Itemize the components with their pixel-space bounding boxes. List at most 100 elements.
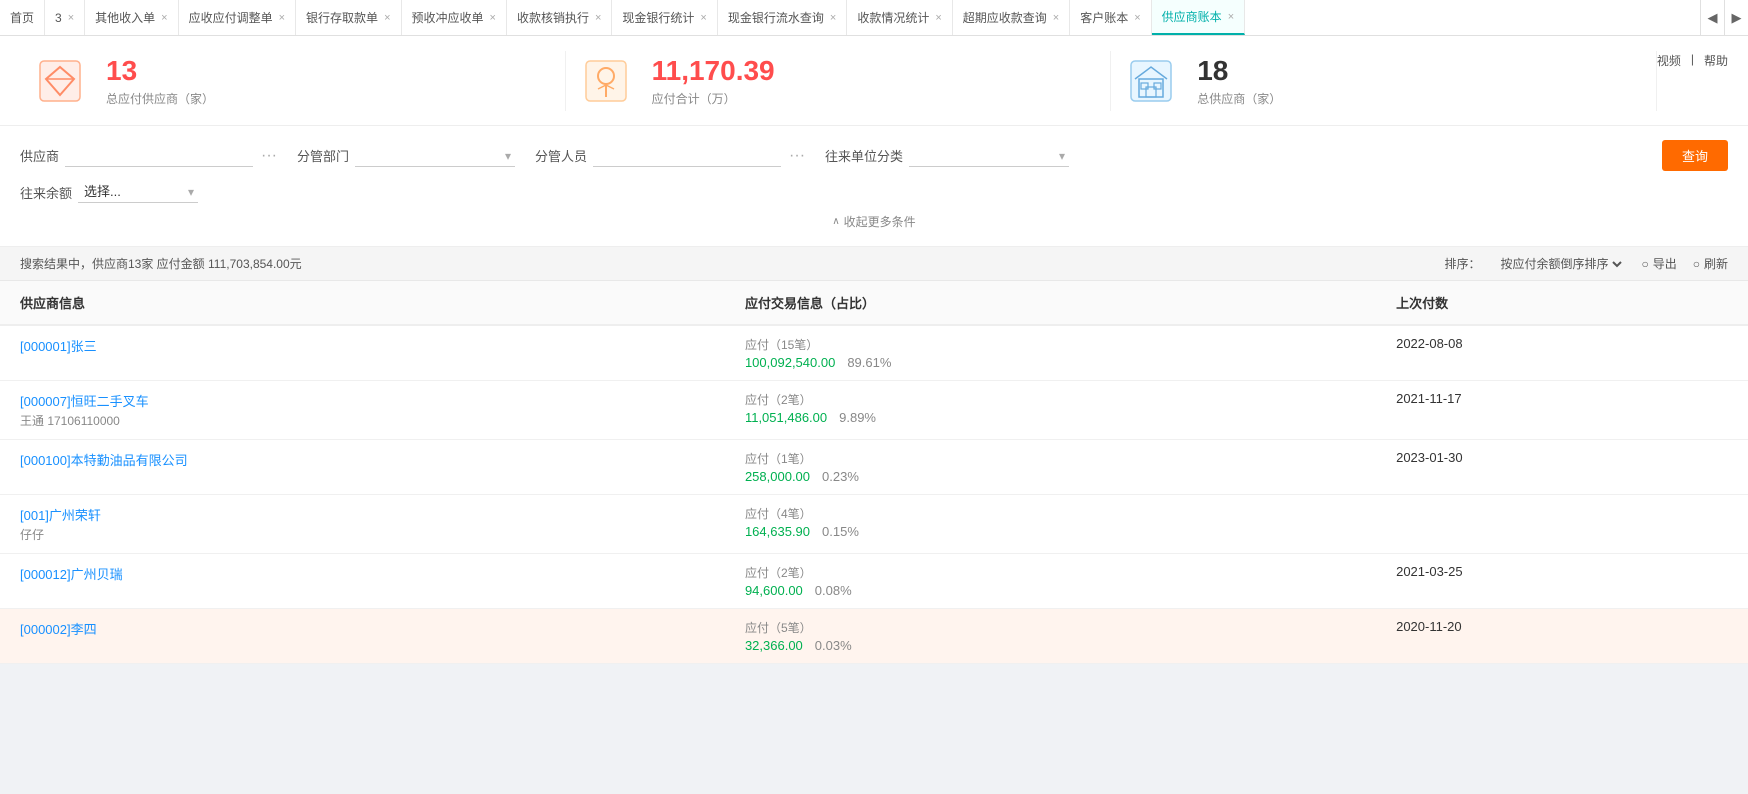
supplier-link[interactable]: [000002]李四 <box>20 622 97 637</box>
close-icon[interactable]: × <box>384 12 390 24</box>
category-select[interactable] <box>909 145 1069 167</box>
refresh-button[interactable]: ○ 刷新 <box>1693 255 1728 272</box>
tx-amount: 11,051,486.00 <box>745 410 827 425</box>
supplier-link[interactable]: [000012]广州贝瑞 <box>20 567 123 582</box>
close-icon[interactable]: × <box>1134 12 1140 24</box>
filter-row-2: 往来余额 选择... <box>20 181 1728 203</box>
supplier-link[interactable]: [001]广州荣轩 <box>20 508 101 523</box>
search-button[interactable]: 查询 <box>1662 140 1728 171</box>
balance-select[interactable]: 选择... <box>78 181 198 203</box>
total-suppliers-count: 18 <box>1197 54 1281 88</box>
close-icon[interactable]: × <box>595 12 601 24</box>
tx-label: 应付（2笔） <box>745 391 1356 408</box>
filter-supplier: 供应商 ··· <box>20 145 277 167</box>
tx-percent: 0.08% <box>815 583 852 598</box>
supplier-info-cell: [000002]李四 <box>0 609 725 664</box>
nav-next-arrow[interactable]: ▶ <box>1724 0 1748 36</box>
payable-total-amount: 11,170.39 <box>652 54 775 88</box>
nav-tab-cash-flow[interactable]: 现金银行流水查询 × <box>718 0 847 35</box>
supplier-label: 供应商 <box>20 146 59 165</box>
nav-tab-overdue[interactable]: 超期应收款查询 × <box>953 0 1070 35</box>
dept-select-wrap <box>355 145 515 167</box>
tx-amount-row: 32,366.000.03% <box>745 638 1356 653</box>
tx-amount: 100,092,540.00 <box>745 355 835 370</box>
table-header-row: 供应商信息 应付交易信息（占比） 上次付数 <box>0 281 1748 325</box>
shop-icon <box>1121 51 1181 111</box>
nav-tab-bank[interactable]: 银行存取款单 × <box>296 0 401 35</box>
table-row: [000012]广州贝瑞应付（2笔）94,600.000.08%2021-03-… <box>0 554 1748 609</box>
table-row: [000007]恒旺二手叉车王通 17106110000应付（2笔）11,051… <box>0 381 1748 440</box>
tx-percent: 0.15% <box>822 524 859 539</box>
supplier-table-wrap: 供应商信息 应付交易信息（占比） 上次付数 [000001]张三应付（15笔）1… <box>0 281 1748 664</box>
last-payment-cell: 2021-11-17 <box>1376 381 1748 440</box>
nav-tab-prepay[interactable]: 预收冲应收单 × <box>402 0 507 35</box>
nav-tab-cash-stat[interactable]: 现金银行统计 × <box>612 0 717 35</box>
dept-label: 分管部门 <box>297 146 349 165</box>
summary-text-payable-total: 11,170.39 应付合计（万） <box>652 54 775 107</box>
nav-tab-other-income[interactable]: 其他收入单 × <box>85 0 178 35</box>
tx-info-cell: 应付（4笔）164,635.900.15% <box>725 495 1376 554</box>
tx-amount-row: 164,635.90 0.15% <box>745 524 1356 539</box>
top-navigation: 首页 3 × 其他收入单 × 应收应付调整单 × 银行存取款单 × 预收冲应收单… <box>0 0 1748 36</box>
results-actions: 排序： 按应付余额倒序排序 ○ 导出 ○ 刷新 <box>1444 255 1728 272</box>
table-row: [001]广州荣轩仔仔应付（4笔）164,635.900.15% <box>0 495 1748 554</box>
tx-percent: 9.89% <box>839 410 876 425</box>
close-icon[interactable]: × <box>490 12 496 24</box>
last-payment-cell: 2021-03-25 <box>1376 554 1748 609</box>
person-input[interactable] <box>593 145 781 167</box>
summary-bar: 13 总应付供应商（家） 11,170.39 应付合计（万） <box>0 36 1748 126</box>
supplier-table: 供应商信息 应付交易信息（占比） 上次付数 [000001]张三应付（15笔）1… <box>0 281 1748 664</box>
table-row: [000001]张三应付（15笔）100,092,540.0089.61%202… <box>0 325 1748 381</box>
video-link[interactable]: 视频 <box>1657 52 1681 69</box>
supplier-link[interactable]: [000100]本特勤油品有限公司 <box>20 453 188 468</box>
summary-text-payable-suppliers: 13 总应付供应商（家） <box>106 54 214 107</box>
nav-tab-collection[interactable]: 收款核销执行 × <box>507 0 612 35</box>
close-icon[interactable]: × <box>1228 11 1234 23</box>
balance-label: 往来余额 <box>20 183 72 202</box>
filter-row-1: 供应商 ··· 分管部门 分管人员 ··· 往来单位分类 查询 <box>20 140 1728 171</box>
last-payment-cell: 2020-11-20 <box>1376 609 1748 664</box>
close-icon[interactable]: × <box>279 12 285 24</box>
balance-select-wrap: 选择... <box>78 181 198 203</box>
sort-select[interactable]: 按应付余额倒序排序 <box>1496 256 1625 272</box>
nav-tab-receipt-stat[interactable]: 收款情况统计 × <box>847 0 952 35</box>
col-last-payment: 上次付数 <box>1376 281 1748 325</box>
supplier-info-cell: [000012]广州贝瑞 <box>0 554 725 609</box>
table-row: [000100]本特勤油品有限公司应付（1笔）258,000.000.23%20… <box>0 440 1748 495</box>
person-dots-icon[interactable]: ··· <box>789 147 805 165</box>
supplier-sub-info: 仔仔 <box>20 526 705 543</box>
supplier-dots-icon[interactable]: ··· <box>261 147 277 165</box>
dept-select[interactable] <box>355 145 515 167</box>
collapse-button[interactable]: ∧ 收起更多条件 <box>832 213 915 230</box>
nav-tab-adjustment[interactable]: 应收应付调整单 × <box>179 0 296 35</box>
export-button[interactable]: ○ 导出 <box>1641 255 1676 272</box>
help-link[interactable]: 帮助 <box>1704 52 1728 69</box>
supplier-info-cell: [000001]张三 <box>0 325 725 381</box>
tx-amount-row: 100,092,540.0089.61% <box>745 355 1356 370</box>
nav-prev-arrow[interactable]: ◀ <box>1700 0 1724 36</box>
close-icon[interactable]: × <box>935 12 941 24</box>
payable-suppliers-count: 13 <box>106 54 214 88</box>
total-suppliers-label: 总供应商（家） <box>1197 90 1281 107</box>
tx-amount-row: 258,000.000.23% <box>745 469 1356 484</box>
close-icon[interactable]: × <box>700 12 706 24</box>
nav-tab-3[interactable]: 3 × <box>45 0 85 35</box>
supplier-link[interactable]: [000007]恒旺二手叉车 <box>20 394 149 409</box>
tx-amount: 164,635.90 <box>745 524 810 539</box>
results-bar: 搜索结果中，供应商13家 应付金额 111,703,854.00元 排序： 按应… <box>0 247 1748 281</box>
close-icon[interactable]: × <box>830 12 836 24</box>
nav-tab-home[interactable]: 首页 <box>0 0 45 35</box>
category-select-wrap <box>909 145 1069 167</box>
close-icon[interactable]: × <box>68 12 74 24</box>
nav-tab-supplier-ledger[interactable]: 供应商账本 × <box>1152 0 1245 35</box>
top-right-links: 视频 | 帮助 <box>1657 48 1728 69</box>
close-icon[interactable]: × <box>161 12 167 24</box>
nav-tab-customer-ledger[interactable]: 客户账本 × <box>1070 0 1151 35</box>
supplier-link[interactable]: [000001]张三 <box>20 339 97 354</box>
tx-amount-row: 11,051,486.00 9.89% <box>745 410 1356 425</box>
close-icon[interactable]: × <box>1053 12 1059 24</box>
last-payment-cell: 2022-08-08 <box>1376 325 1748 381</box>
supplier-input[interactable] <box>65 145 253 167</box>
filter-area: 供应商 ··· 分管部门 分管人员 ··· 往来单位分类 查询 <box>0 126 1748 247</box>
table-row: [000002]李四应付（5笔）32,366.000.03%2020-11-20 <box>0 609 1748 664</box>
